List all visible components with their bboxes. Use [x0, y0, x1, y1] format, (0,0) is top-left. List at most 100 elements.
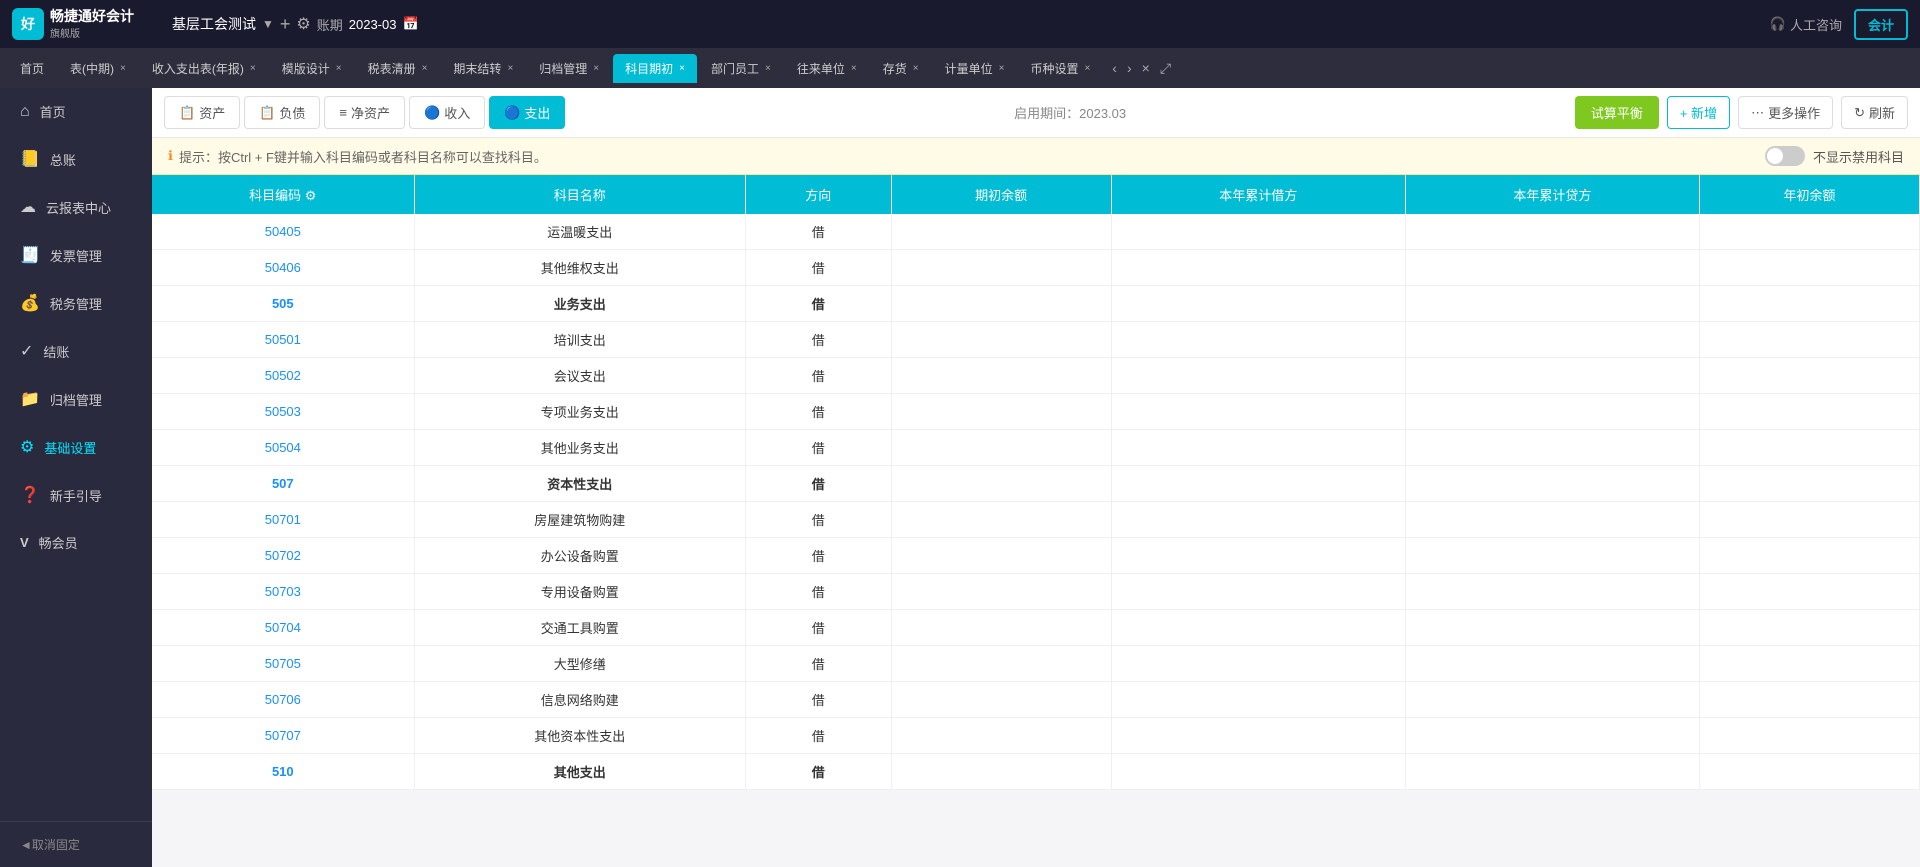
refresh-button[interactable]: ↻ 刷新: [1841, 96, 1908, 129]
cell-opening-balance: [891, 250, 1111, 286]
sidebar-item-member[interactable]: V 畅会员: [0, 519, 152, 566]
tab-balancesheet-close[interactable]: ×: [120, 63, 126, 74]
sub-tab-expense[interactable]: 🔵 支出: [489, 96, 565, 129]
sub-tab-bar: 📋 资产 📋 负债 ≡ 净资产 🔵 收入 🔵 支出 启用期间：2023.03 试: [152, 88, 1920, 138]
sidebar-item-settings[interactable]: ⚙ 基础设置: [0, 423, 152, 471]
cell-opening-balance: [891, 574, 1111, 610]
cell-year-opening: [1700, 322, 1920, 358]
calendar-icon[interactable]: 📅: [402, 16, 418, 32]
sidebar-item-checkout[interactable]: ✓ 结账: [0, 327, 152, 375]
cell-ytd-debit: [1111, 322, 1405, 358]
cell-code[interactable]: 50704: [152, 610, 414, 646]
more-icon: ⋯: [1751, 105, 1764, 121]
cell-year-opening: [1700, 466, 1920, 502]
tab-counterparty[interactable]: 往来单位 ×: [785, 54, 869, 83]
cell-code[interactable]: 50406: [152, 250, 414, 286]
tab-period-init[interactable]: 科目期初 ×: [613, 54, 697, 83]
tab-template[interactable]: 模版设计 ×: [270, 54, 354, 83]
tab-currency[interactable]: 币种设置 ×: [1018, 54, 1102, 83]
table-row: 507 资本性支出 借: [152, 466, 1920, 502]
sidebar-item-home[interactable]: ⌂ 首页: [0, 88, 152, 135]
add-button[interactable]: + 新增: [1667, 96, 1730, 129]
tab-taxclear[interactable]: 税表清册 ×: [356, 54, 440, 83]
tab-inventory[interactable]: 存货 ×: [871, 54, 931, 83]
sub-tab-income[interactable]: 🔵 收入: [409, 96, 485, 129]
cell-ytd-debit: [1111, 646, 1405, 682]
cell-code[interactable]: 50706: [152, 682, 414, 718]
tab-period-init-close[interactable]: ×: [679, 63, 685, 74]
tab-unit[interactable]: 计量单位 ×: [933, 54, 1017, 83]
sidebar-collapse-button[interactable]: ◄取消固定: [0, 821, 152, 867]
sidebar-item-invoice[interactable]: 🧾 发票管理: [0, 231, 152, 279]
tab-close-all-button[interactable]: ×: [1138, 58, 1154, 78]
more-actions-button[interactable]: ⋯ 更多操作: [1738, 96, 1833, 129]
tab-taxclear-close[interactable]: ×: [422, 63, 428, 74]
cell-year-opening: [1700, 358, 1920, 394]
tab-prev-button[interactable]: ‹: [1108, 58, 1121, 78]
tab-archive[interactable]: 归档管理 ×: [527, 54, 611, 83]
disable-toggle[interactable]: [1765, 146, 1805, 166]
sub-tab-expense-label: 支出: [524, 103, 550, 122]
cell-code[interactable]: 50703: [152, 574, 414, 610]
help-button[interactable]: 🎧 人工咨询: [1770, 15, 1842, 34]
cell-direction: 借: [745, 502, 891, 538]
cell-direction: 借: [745, 430, 891, 466]
cell-code[interactable]: 505: [152, 286, 414, 322]
account-button[interactable]: 会计: [1854, 9, 1908, 40]
tab-template-close[interactable]: ×: [336, 63, 342, 74]
tab-counterparty-close[interactable]: ×: [851, 63, 857, 74]
cell-code[interactable]: 507: [152, 466, 414, 502]
tab-expand-button[interactable]: ⤢: [1156, 58, 1175, 79]
cell-code[interactable]: 50405: [152, 214, 414, 250]
cell-ytd-credit: [1405, 502, 1699, 538]
cell-code[interactable]: 50707: [152, 718, 414, 754]
sub-tab-net-asset[interactable]: ≡ 净资产: [324, 96, 405, 129]
sub-tab-asset[interactable]: 📋 资产: [164, 96, 240, 129]
sidebar-item-reports[interactable]: ☁ 云报表中心: [0, 183, 152, 231]
cell-code[interactable]: 50701: [152, 502, 414, 538]
company-selector[interactable]: 基层工会测试 ▼ + ⚙ 账期 2023-03 📅: [172, 14, 1760, 35]
sidebar-item-guide[interactable]: ❓ 新手引导: [0, 471, 152, 519]
col-code[interactable]: 科目编码 ⚙: [152, 175, 414, 214]
guide-icon: ❓: [20, 485, 40, 505]
cell-code[interactable]: 50702: [152, 538, 414, 574]
company-settings-icon[interactable]: ⚙: [296, 14, 310, 34]
tab-income-close[interactable]: ×: [250, 63, 256, 74]
tab-inventory-close[interactable]: ×: [913, 63, 919, 74]
cell-code[interactable]: 50502: [152, 358, 414, 394]
cell-code[interactable]: 50504: [152, 430, 414, 466]
period-display: 账期 2023-03 📅: [317, 15, 419, 34]
tab-dept-close[interactable]: ×: [765, 63, 771, 74]
tab-balancesheet[interactable]: 表(中期) ×: [58, 54, 138, 83]
table-row: 50501 培训支出 借: [152, 322, 1920, 358]
sidebar-item-archive[interactable]: 📁 归档管理: [0, 375, 152, 423]
tab-currency-close[interactable]: ×: [1084, 63, 1090, 74]
cell-code[interactable]: 50501: [152, 322, 414, 358]
cell-year-opening: [1700, 286, 1920, 322]
sidebar-item-archive-label: 归档管理: [50, 390, 102, 409]
table-row: 505 业务支出 借: [152, 286, 1920, 322]
accounts-table: 科目编码 ⚙ 科目名称 方向 期初余额 本年累计借方 本年累计贷方 年初余额 5…: [152, 175, 1920, 790]
tab-unit-close[interactable]: ×: [999, 63, 1005, 74]
cell-ytd-debit: [1111, 502, 1405, 538]
sidebar-item-checkout-label: 结账: [43, 342, 69, 361]
tab-dept[interactable]: 部门员工 ×: [699, 54, 783, 83]
cell-code[interactable]: 50705: [152, 646, 414, 682]
trial-balance-button[interactable]: 试算平衡: [1575, 96, 1659, 129]
cell-code[interactable]: 510: [152, 754, 414, 790]
sidebar-item-tax[interactable]: 💰 税务管理: [0, 279, 152, 327]
sidebar-item-ledger[interactable]: 📒 总账: [0, 135, 152, 183]
tab-archive-close[interactable]: ×: [593, 63, 599, 74]
sub-tab-liability[interactable]: 📋 负债: [244, 96, 320, 129]
tab-home[interactable]: 首页: [8, 54, 56, 83]
tip-text: 提示：按Ctrl + F键并输入科目编码或者科目名称可以查找科目。: [179, 147, 547, 166]
add-company-button[interactable]: +: [280, 14, 291, 35]
reports-icon: ☁: [20, 197, 36, 217]
tab-yearend-close[interactable]: ×: [507, 63, 513, 74]
tab-income[interactable]: 收入支出表(年报) ×: [140, 54, 268, 83]
home-icon: ⌂: [20, 103, 30, 121]
tab-next-button[interactable]: ›: [1123, 58, 1136, 78]
cell-code[interactable]: 50503: [152, 394, 414, 430]
cell-ytd-credit: [1405, 430, 1699, 466]
tab-yearend[interactable]: 期末结转 ×: [441, 54, 525, 83]
